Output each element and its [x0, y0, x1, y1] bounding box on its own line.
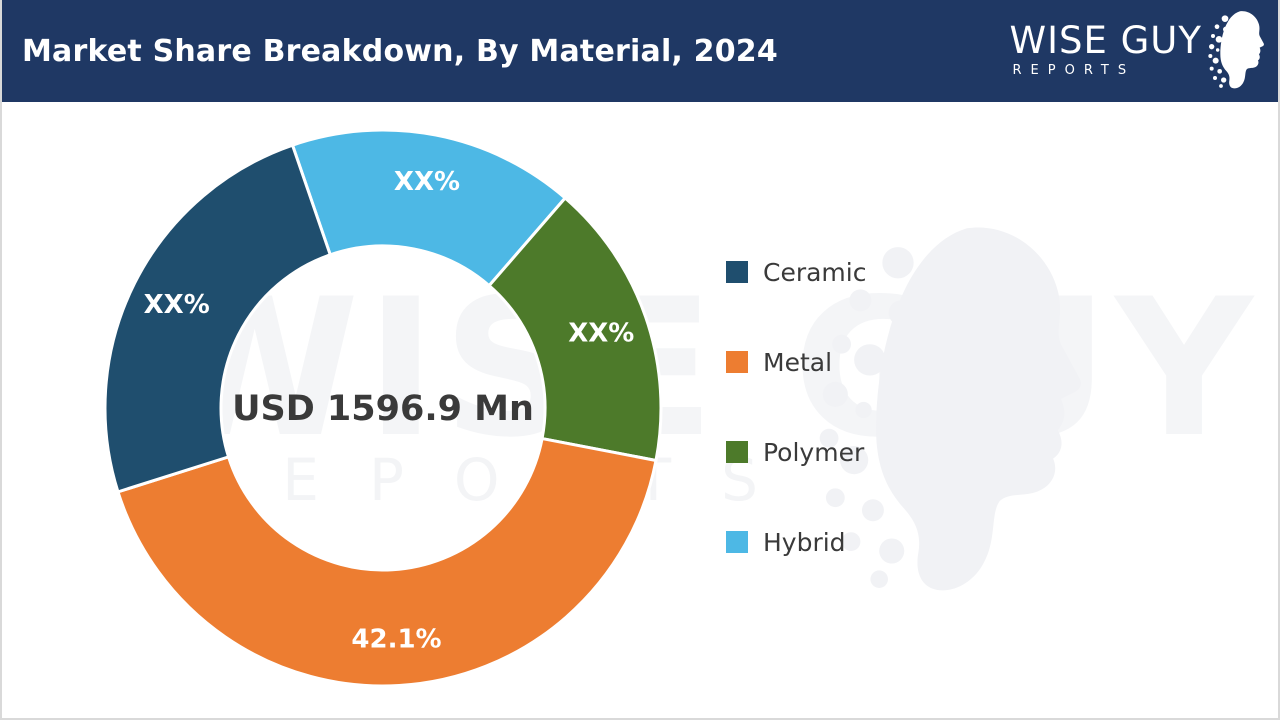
legend-label-polymer: Polymer [763, 437, 865, 467]
legend-swatch-metal [726, 351, 748, 373]
legend-item-ceramic: Ceramic [726, 250, 866, 294]
donut-segment-ceramic [103, 143, 332, 494]
legend-swatch-polymer [726, 441, 748, 463]
legend-label-ceramic: Ceramic [763, 257, 867, 287]
legend-item-polymer: Polymer [726, 430, 866, 474]
donut-chart: XX% XX% 42.1% XX% USD 1596.9 Mn [63, 88, 703, 720]
segment-label-polymer: XX% [568, 319, 634, 349]
brand-logo-text: WISE GUY REPORTS [1009, 19, 1202, 78]
legend-swatch-hybrid [726, 531, 748, 553]
brand-logo: WISE GUY REPORTS [1010, 10, 1266, 90]
brand-face-icon [1204, 10, 1266, 90]
chart-legend: Ceramic Metal Polymer Hybrid [726, 250, 866, 610]
donut-chart-svg: XX% XX% 42.1% XX% USD 1596.9 Mn [103, 128, 663, 688]
legend-item-hybrid: Hybrid [726, 520, 866, 564]
legend-item-metal: Metal [726, 340, 866, 384]
page-title: Market Share Breakdown, By Material, 202… [22, 33, 778, 69]
infographic-page: WISE GUY REPORTS Market Share Breakdown,… [0, 0, 1280, 720]
legend-label-hybrid: Hybrid [763, 527, 846, 557]
segment-label-ceramic: XX% [144, 290, 210, 320]
brand-name: WISE GUY [1009, 19, 1202, 63]
header-bar: Market Share Breakdown, By Material, 202… [0, 0, 1280, 102]
segment-label-hybrid: XX% [394, 167, 460, 197]
segment-label-metal: 42.1% [351, 625, 441, 655]
legend-swatch-ceramic [726, 261, 748, 283]
legend-label-metal: Metal [763, 347, 833, 377]
brand-subtitle: REPORTS [1012, 62, 1136, 78]
chart-center-value: USD 1596.9 Mn [232, 389, 534, 429]
